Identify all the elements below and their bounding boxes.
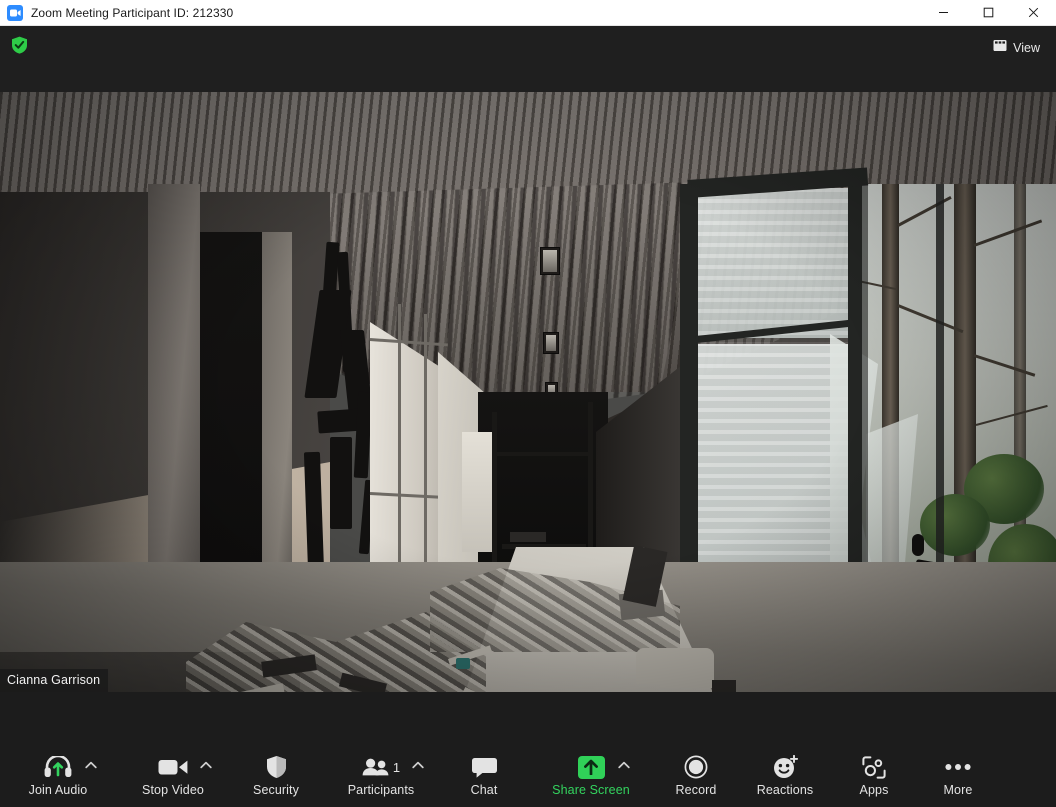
view-button[interactable]: View — [987, 36, 1046, 60]
toolbar-item-label: Share Screen — [552, 783, 630, 797]
toolbar-item-label: Record — [676, 783, 717, 797]
toolbar-item-reactions[interactable]: Reactions — [738, 750, 832, 797]
toolbar-item-label: Apps — [860, 783, 889, 797]
toolbar-item-label: Participants — [348, 783, 415, 797]
video-camera-icon — [158, 754, 188, 780]
toolbar-item-label: More — [944, 783, 973, 797]
participants-count-badge: 1 — [393, 760, 400, 775]
apps-bracket-icon — [862, 754, 886, 780]
maximize-icon[interactable] — [966, 0, 1011, 26]
toolbar-item-record[interactable]: Record — [654, 750, 738, 797]
zoom-camera-icon — [7, 5, 23, 21]
chevron-up-icon[interactable] — [617, 758, 631, 772]
toolbar-item-label: Chat — [471, 783, 498, 797]
toolbar-item-label: Join Audio — [29, 783, 88, 797]
chevron-up-icon[interactable] — [199, 758, 213, 772]
shield-icon — [266, 754, 287, 780]
toolbar-item-share-screen[interactable]: Share Screen — [528, 750, 654, 797]
video-stage[interactable]: Cianna Garrison — [0, 92, 1056, 692]
toolbar-item-list: Join Audio Stop Video Security 1 Particip… — [0, 750, 1000, 807]
toolbar-item-more[interactable]: More — [916, 750, 1000, 797]
share-screen-button-surface — [578, 756, 605, 779]
headset-join-audio-icon — [44, 754, 72, 780]
toolbar-item-label: Security — [253, 783, 299, 797]
toolbar-item-chat[interactable]: Chat — [440, 750, 528, 797]
people-icon: 1 — [362, 754, 400, 780]
green-shield-check-icon[interactable] — [10, 36, 28, 54]
view-button-label: View — [1013, 41, 1040, 55]
toolbar-item-label: Stop Video — [142, 783, 204, 797]
layout-grid-icon — [993, 39, 1007, 57]
share-screen-up-arrow-icon — [578, 754, 605, 780]
minimize-icon[interactable] — [921, 0, 966, 26]
zoom-meeting-window: Zoom Meeting Participant ID: 212330 — [0, 0, 1056, 807]
participant-video-feed — [0, 92, 1056, 692]
meeting-toolbar: Join Audio Stop Video Security 1 Particip… — [0, 692, 1056, 807]
toolbar-item-security[interactable]: Security — [230, 750, 322, 797]
more-dots-icon — [945, 754, 971, 780]
chevron-up-icon[interactable] — [84, 758, 98, 772]
toolbar-item-label: Reactions — [757, 783, 814, 797]
participant-name-label: Cianna Garrison — [0, 669, 108, 692]
toolbar-item-participants[interactable]: 1 Participants — [322, 750, 440, 797]
meeting-header: View — [0, 26, 1056, 92]
close-icon[interactable] — [1011, 0, 1056, 26]
speech-bubble-icon — [472, 754, 497, 780]
window-title: Zoom Meeting Participant ID: 212330 — [31, 6, 233, 20]
window-title-bar: Zoom Meeting Participant ID: 212330 — [0, 0, 1056, 26]
record-circle-icon — [684, 754, 708, 780]
toolbar-item-apps[interactable]: Apps — [832, 750, 916, 797]
toolbar-item-stop-video[interactable]: Stop Video — [116, 750, 230, 797]
smiley-reactions-icon — [773, 754, 798, 780]
toolbar-item-join-audio[interactable]: Join Audio — [0, 750, 116, 797]
chevron-up-icon[interactable] — [411, 758, 425, 772]
